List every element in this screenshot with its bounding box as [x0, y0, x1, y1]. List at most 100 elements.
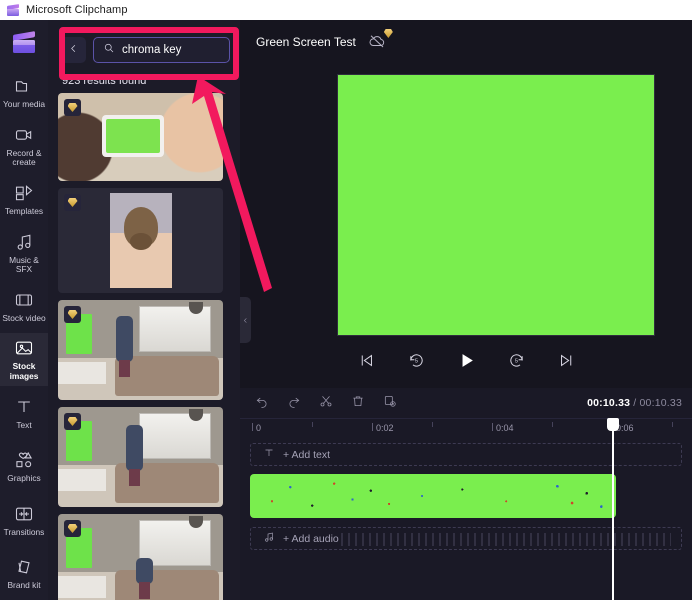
- sidebar-item-stock-video[interactable]: Stock video: [0, 279, 48, 332]
- editor-header: Green Screen Test: [240, 20, 692, 64]
- search-icon: [103, 41, 115, 59]
- premium-gem-icon: [64, 520, 81, 537]
- timeline-ruler[interactable]: 0 0:02 0:04 0:06 0:08 0:10 0:12: [240, 418, 692, 437]
- sidebar-item-music-sfx[interactable]: Music & SFX: [0, 226, 48, 279]
- rewind-5-icon: 5: [408, 352, 425, 374]
- preview-canvas[interactable]: [337, 74, 655, 336]
- window-title: Microsoft Clipchamp: [26, 4, 128, 16]
- chevron-left-icon: [68, 41, 79, 59]
- sidebar: Your media Record & create Templates Mus…: [0, 20, 48, 600]
- sidebar-item-label: Music & SFX: [1, 256, 47, 275]
- stock-images-browser-panel: 923 results found: [48, 20, 240, 600]
- redo-button[interactable]: [284, 394, 303, 413]
- ruler-tick-label: 0: [256, 423, 261, 433]
- green-screen-video-clip[interactable]: [250, 474, 616, 518]
- play-button[interactable]: [453, 350, 479, 376]
- playhead[interactable]: [612, 418, 614, 600]
- graphics-icon: [13, 449, 35, 471]
- search-box[interactable]: [93, 37, 230, 63]
- undo-icon: [255, 394, 269, 413]
- sidebar-logo[interactable]: [0, 22, 48, 66]
- timeline-tracks: + Add text + Add audio: [240, 437, 692, 600]
- search-input[interactable]: [122, 44, 220, 56]
- timeline-toolbar: 00:10.33 / 00:10.33: [240, 388, 692, 418]
- sidebar-item-stock-images[interactable]: Stock images: [0, 333, 48, 386]
- brand-kit-icon: [13, 556, 35, 578]
- timecode-display: 00:10.33 / 00:10.33: [587, 397, 682, 409]
- film-icon: [13, 289, 35, 311]
- thumbnail-item[interactable]: [58, 514, 223, 600]
- play-icon: [457, 351, 476, 375]
- folder-icon: [13, 75, 35, 97]
- forward-5-icon: 5: [508, 352, 525, 374]
- clipchamp-clapperboard-icon: [12, 33, 36, 54]
- sidebar-item-transitions[interactable]: Transitions: [0, 493, 48, 546]
- trash-icon: [351, 394, 365, 413]
- premium-gem-icon: [64, 306, 81, 323]
- editor-area: Green Screen Test 5 5: [240, 20, 692, 600]
- back-button[interactable]: [60, 37, 86, 63]
- sidebar-item-label: Templates: [5, 207, 43, 217]
- timeline: 00:10.33 / 00:10.33 0 0:02 0:04 0:06 0:0…: [240, 388, 692, 600]
- video-track: [240, 474, 692, 518]
- sidebar-item-label: Brand kit: [7, 581, 40, 591]
- camera-icon: [13, 124, 35, 146]
- ruler-tick-label: 0:02: [376, 423, 394, 433]
- sidebar-item-brand-kit[interactable]: Brand kit: [0, 546, 48, 599]
- redo-icon: [287, 394, 301, 413]
- add-text-track[interactable]: + Add text: [250, 443, 682, 466]
- timeline-tools: [252, 394, 399, 413]
- forward-5s-button[interactable]: 5: [503, 350, 529, 376]
- thumbnail-item[interactable]: [58, 407, 223, 507]
- skip-to-end-button[interactable]: [553, 350, 579, 376]
- thumbnail-item[interactable]: [58, 188, 223, 293]
- green-screen-tablet: [102, 115, 164, 157]
- playback-controls: 5 5: [240, 350, 692, 376]
- sidebar-item-text[interactable]: Text: [0, 386, 48, 439]
- portrait-art: [110, 193, 172, 288]
- clipchamp-logo-icon: [7, 5, 20, 16]
- sidebar-item-label: Record & create: [1, 149, 47, 168]
- skip-to-start-button[interactable]: [353, 350, 379, 376]
- add-text-label: + Add text: [283, 449, 330, 461]
- add-audio-track[interactable]: + Add audio: [250, 527, 682, 550]
- skip-forward-icon: [558, 352, 575, 374]
- cloud-off-icon[interactable]: [368, 32, 392, 52]
- app-shell: Your media Record & create Templates Mus…: [0, 20, 692, 600]
- text-icon: [263, 447, 275, 462]
- preview-area: [240, 64, 692, 346]
- scissors-icon: [319, 394, 333, 413]
- project-title[interactable]: Green Screen Test: [256, 35, 356, 49]
- sidebar-item-label: Your media: [3, 100, 45, 110]
- total-time: 00:10.33: [640, 397, 682, 409]
- skip-back-icon: [358, 352, 375, 374]
- sidebar-item-label: Text: [16, 421, 31, 431]
- chevron-left-icon: [242, 311, 249, 329]
- sidebar-item-label: Transitions: [4, 528, 45, 538]
- duplicate-icon: [383, 394, 397, 413]
- rewind-5s-button[interactable]: 5: [403, 350, 429, 376]
- results-count: 923 results found: [48, 67, 240, 93]
- undo-button[interactable]: [252, 394, 271, 413]
- thumbnail-item[interactable]: [58, 300, 223, 400]
- sidebar-item-graphics[interactable]: Graphics: [0, 440, 48, 493]
- sidebar-item-label: Stock video: [2, 314, 45, 324]
- sidebar-item-templates[interactable]: Templates: [0, 172, 48, 225]
- panel-collapse-handle[interactable]: [240, 297, 251, 343]
- premium-gem-icon: [64, 194, 81, 211]
- sidebar-item-label: Graphics: [7, 474, 41, 484]
- thumbnail-item[interactable]: [58, 93, 223, 181]
- sidebar-item-record-create[interactable]: Record & create: [0, 119, 48, 172]
- duplicate-button[interactable]: [380, 394, 399, 413]
- audio-track: + Add audio: [240, 527, 692, 550]
- sidebar-item-your-media[interactable]: Your media: [0, 66, 48, 119]
- delete-button[interactable]: [348, 394, 367, 413]
- split-button[interactable]: [316, 394, 335, 413]
- text-icon: [13, 396, 35, 418]
- music-note-icon: [13, 231, 35, 253]
- current-time: 00:10.33: [587, 397, 630, 409]
- templates-icon: [13, 182, 35, 204]
- ruler-tick-label: 0:04: [496, 423, 514, 433]
- sidebar-item-label: Stock images: [1, 362, 47, 381]
- stock-image-grid: [48, 93, 240, 600]
